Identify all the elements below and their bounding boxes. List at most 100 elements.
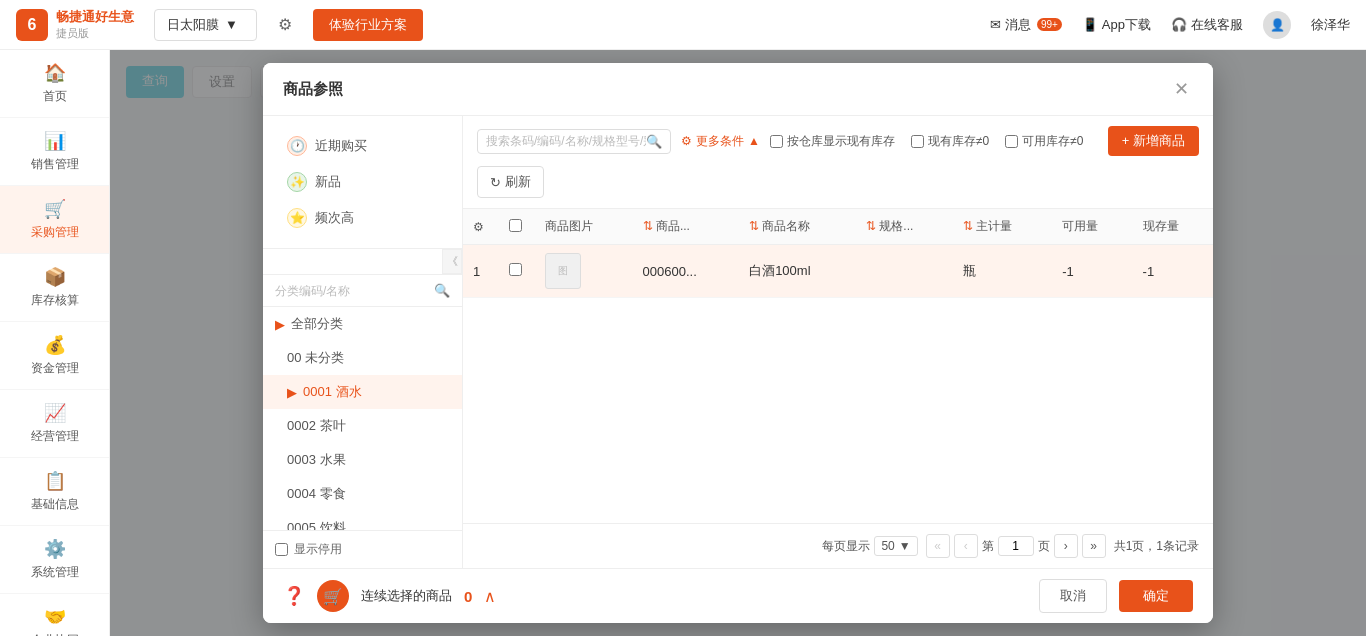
category-search-area: 🔍 bbox=[263, 275, 462, 307]
modal-toolbar: 🔍 ⚙ 更多条件 ▲ 按仓库显示现有库存 bbox=[463, 116, 1213, 209]
sidebar-item-purchase[interactable]: 🛒 采购管理 bbox=[0, 186, 109, 254]
cat-0003[interactable]: 0003 水果 bbox=[263, 443, 462, 477]
cell-name: 白酒100ml bbox=[739, 245, 856, 298]
cat-0001-arrow: ▶ bbox=[287, 385, 297, 400]
show-disabled-checkbox[interactable] bbox=[275, 543, 288, 556]
system-icon: ⚙️ bbox=[44, 538, 66, 560]
footer-collapse-btn[interactable]: ∧ bbox=[484, 587, 496, 606]
cat-all[interactable]: ▶ 全部分类 bbox=[263, 307, 462, 341]
sidebar-item-finance[interactable]: 💰 资金管理 bbox=[0, 322, 109, 390]
checkbox-warehouse[interactable]: 按仓库显示现有库存 bbox=[770, 133, 895, 150]
row-checkbox[interactable] bbox=[509, 263, 522, 276]
pagination: 每页显示 50 ▼ « ‹ 第 页 bbox=[463, 523, 1213, 568]
table-row[interactable]: 1 图 000600... 白酒100ml 瓶 bbox=[463, 245, 1213, 298]
confirm-button[interactable]: 确定 bbox=[1119, 580, 1193, 612]
cancel-button[interactable]: 取消 bbox=[1039, 579, 1107, 613]
filter-btn[interactable]: ⚙ 更多条件 ▲ bbox=[681, 133, 760, 150]
inventory-icon: 📦 bbox=[44, 266, 66, 288]
available-checkbox[interactable] bbox=[1005, 135, 1018, 148]
collapse-panel-btn[interactable]: 《 bbox=[442, 249, 462, 274]
page-size-select: 每页显示 50 ▼ bbox=[822, 536, 917, 556]
purchase-icon: 🛒 bbox=[44, 198, 66, 220]
enterprise-icon: 🤝 bbox=[44, 606, 66, 628]
cell-stock: -1 bbox=[1133, 245, 1213, 298]
cat-0002[interactable]: 0002 茶叶 bbox=[263, 409, 462, 443]
user-avatar[interactable]: 👤 bbox=[1263, 11, 1291, 39]
th-code[interactable]: ⇅ 商品... bbox=[633, 209, 740, 245]
show-disabled-area: 显示停用 bbox=[263, 530, 462, 568]
selected-count-label: 连续选择的商品 bbox=[361, 587, 452, 605]
sort-icon-unit: ⇅ bbox=[963, 219, 973, 233]
product-search-box: 🔍 bbox=[477, 129, 671, 154]
next-page-btn[interactable]: › bbox=[1054, 534, 1078, 558]
category-search-input[interactable] bbox=[275, 284, 428, 298]
main-layout: 🏠 首页 📊 销售管理 🛒 采购管理 📦 库存核算 💰 资金管理 📈 经营管理 … bbox=[0, 50, 1366, 636]
sidebar-item-business[interactable]: 📈 经营管理 bbox=[0, 390, 109, 458]
settings-icon[interactable]: ⚙ bbox=[269, 9, 301, 41]
th-name[interactable]: ⇅ 商品名称 bbox=[739, 209, 856, 245]
online-service-btn[interactable]: 🎧 在线客服 bbox=[1171, 16, 1243, 34]
th-checkbox[interactable] bbox=[499, 209, 535, 245]
help-icon[interactable]: ❓ bbox=[283, 585, 305, 607]
recent-purchase-item[interactable]: 🕐 近期购买 bbox=[275, 128, 450, 164]
page-navigation: « ‹ 第 页 › » bbox=[926, 534, 1106, 558]
modal-footer: ❓ 🛒 连续选择的商品 0 ∧ 取消 确定 bbox=[263, 568, 1213, 623]
messages-btn[interactable]: ✉ 消息 99+ bbox=[990, 16, 1062, 34]
modal-overlay: 商品参照 ✕ 🕐 近期购买 bbox=[110, 50, 1366, 636]
frequent-item[interactable]: ⭐ 频次高 bbox=[275, 200, 450, 236]
product-table: ⚙ 商品图片 ⇅ 商品... bbox=[463, 209, 1213, 298]
cell-checkbox[interactable] bbox=[499, 245, 535, 298]
sidebar-item-enterprise[interactable]: 🤝 企业协同 bbox=[0, 594, 109, 636]
experience-btn[interactable]: 体验行业方案 bbox=[313, 9, 423, 41]
checkbox-available[interactable]: 可用库存≠0 bbox=[1005, 133, 1083, 150]
nav-right: ✉ 消息 99+ 📱 App下载 🎧 在线客服 👤 徐泽华 bbox=[990, 11, 1350, 39]
quick-select-list: 🕐 近期购买 ✨ 新品 ⭐ 频次高 bbox=[275, 128, 450, 236]
modal-left-panel: 🕐 近期购买 ✨ 新品 ⭐ 频次高 bbox=[263, 116, 463, 568]
th-settings[interactable]: ⚙ bbox=[463, 209, 499, 245]
page-number-input[interactable] bbox=[998, 536, 1034, 556]
sort-icon-spec: ⇅ bbox=[866, 219, 876, 233]
stock-checkbox[interactable] bbox=[911, 135, 924, 148]
sidebar-item-home[interactable]: 🏠 首页 bbox=[0, 50, 109, 118]
sidebar-item-system[interactable]: ⚙️ 系统管理 bbox=[0, 526, 109, 594]
cart-icon[interactable]: 🛒 bbox=[317, 580, 349, 612]
sidebar-item-basic-info[interactable]: 📋 基础信息 bbox=[0, 458, 109, 526]
cat-0001[interactable]: ▶ 0001 酒水 bbox=[263, 375, 462, 409]
sidebar-item-sales[interactable]: 📊 销售管理 bbox=[0, 118, 109, 186]
cat-0005[interactable]: 0005 饮料 bbox=[263, 511, 462, 530]
warehouse-checkbox[interactable] bbox=[770, 135, 783, 148]
new-product-item[interactable]: ✨ 新品 bbox=[275, 164, 450, 200]
modal-right-panel: 🔍 ⚙ 更多条件 ▲ 按仓库显示现有库存 bbox=[463, 116, 1213, 568]
first-page-btn[interactable]: « bbox=[926, 534, 950, 558]
th-available: 可用量 bbox=[1052, 209, 1132, 245]
checkbox-stock[interactable]: 现有库存≠0 bbox=[911, 133, 989, 150]
product-reference-modal: 商品参照 ✕ 🕐 近期购买 bbox=[263, 63, 1213, 623]
cat-all-arrow: ▶ bbox=[275, 317, 285, 332]
category-search-icon[interactable]: 🔍 bbox=[434, 283, 450, 298]
add-product-btn[interactable]: + 新增商品 bbox=[1108, 126, 1199, 156]
basic-info-icon: 📋 bbox=[44, 470, 66, 492]
product-thumbnail: 图 bbox=[545, 253, 581, 289]
cat-0004[interactable]: 0004 零食 bbox=[263, 477, 462, 511]
last-page-btn[interactable]: » bbox=[1082, 534, 1106, 558]
app-download-btn[interactable]: 📱 App下载 bbox=[1082, 16, 1151, 34]
cell-unit: 瓶 bbox=[953, 245, 1053, 298]
th-spec[interactable]: ⇅ 规格... bbox=[856, 209, 953, 245]
prev-page-btn[interactable]: ‹ bbox=[954, 534, 978, 558]
logo-icon: 6 bbox=[16, 9, 48, 41]
search-icon[interactable]: 🔍 bbox=[646, 134, 662, 149]
user-name[interactable]: 徐泽华 bbox=[1311, 16, 1350, 34]
cell-code: 000600... bbox=[633, 245, 740, 298]
refresh-btn[interactable]: ↻ 刷新 bbox=[477, 166, 544, 198]
cat-00[interactable]: 00 未分类 bbox=[263, 341, 462, 375]
modal-close-button[interactable]: ✕ bbox=[1169, 77, 1193, 101]
sidebar-item-inventory[interactable]: 📦 库存核算 bbox=[0, 254, 109, 322]
cell-num: 1 bbox=[463, 245, 499, 298]
product-search-input[interactable] bbox=[486, 134, 646, 148]
select-all-checkbox[interactable] bbox=[509, 219, 522, 232]
page-size-dropdown[interactable]: 50 ▼ bbox=[874, 536, 917, 556]
home-icon: 🏠 bbox=[44, 62, 66, 84]
th-unit[interactable]: ⇅ 主计量 bbox=[953, 209, 1053, 245]
sort-icon-name: ⇅ bbox=[749, 219, 759, 233]
store-selector[interactable]: 日太阳膜 ▼ bbox=[154, 9, 257, 41]
